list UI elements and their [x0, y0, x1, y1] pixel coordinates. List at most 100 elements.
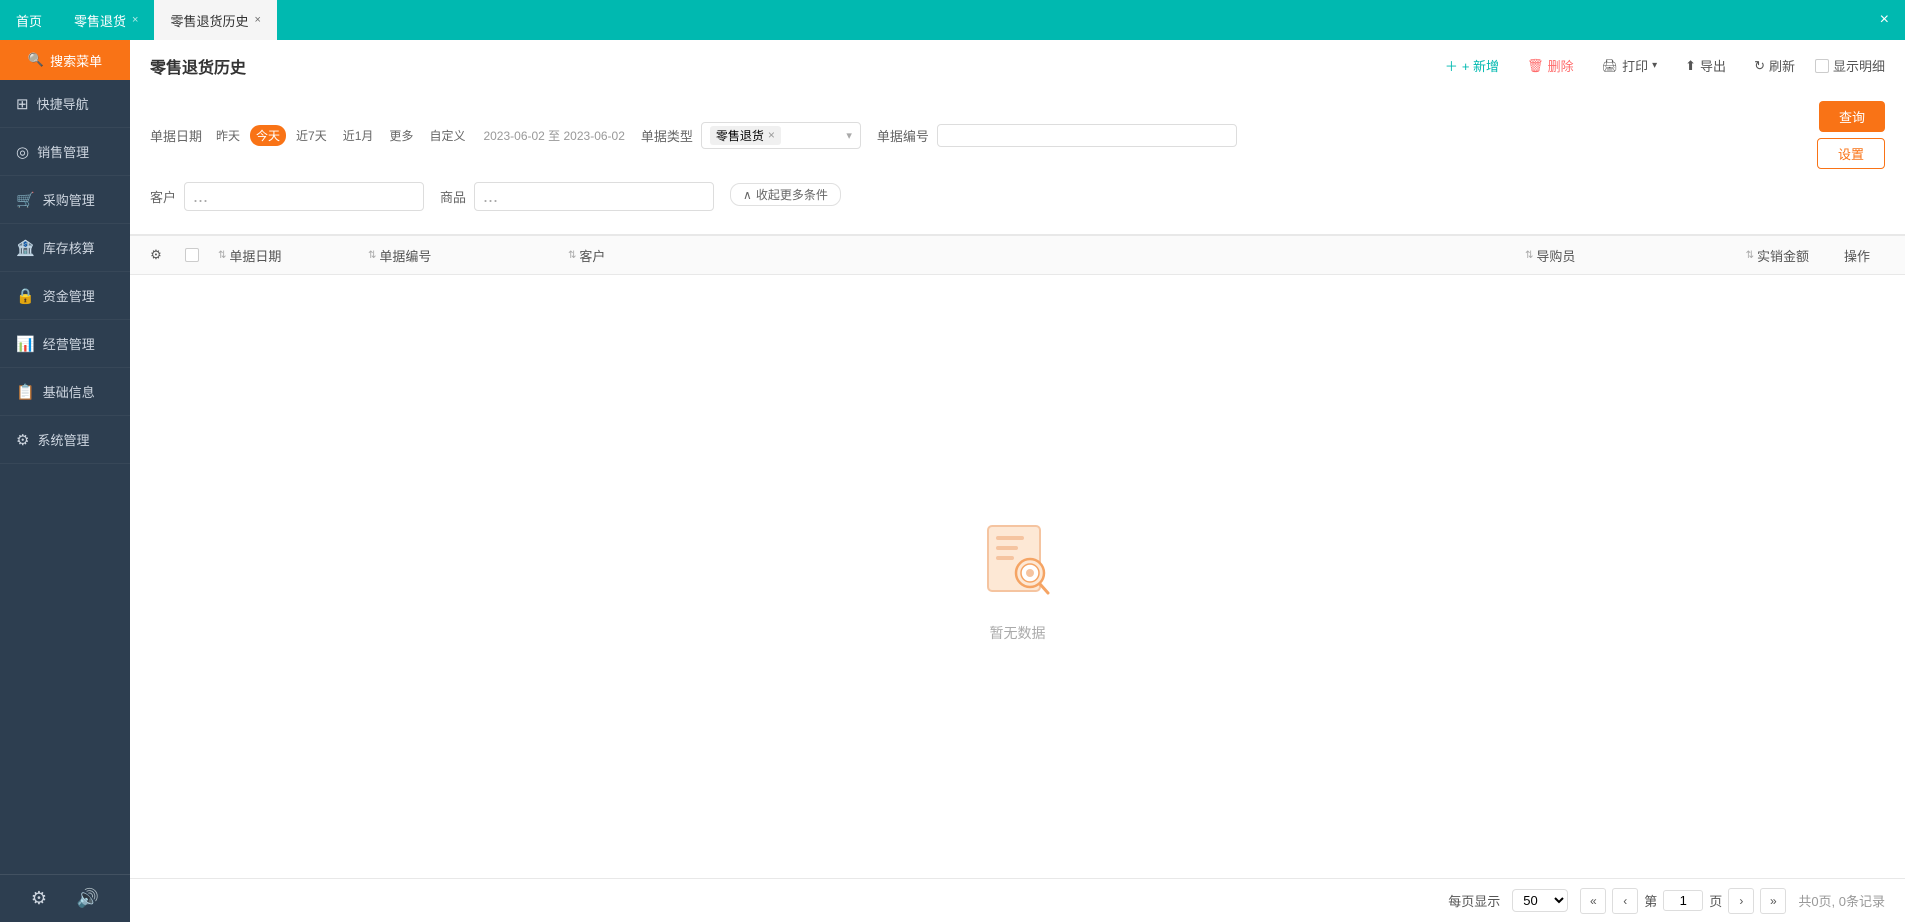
- customer-dots: ...: [193, 186, 208, 207]
- sidebar-item-sales-mgmt[interactable]: ◎ 销售管理: [0, 128, 130, 176]
- next-page-button[interactable]: ›: [1728, 888, 1754, 914]
- page-input[interactable]: [1663, 890, 1703, 911]
- add-label: + 新增: [1462, 56, 1499, 75]
- page-unit: 页: [1709, 891, 1722, 910]
- refresh-button[interactable]: ↻ 刷新: [1746, 52, 1803, 79]
- table-area: ⚙ ⇅ 单据日期 ⇅ 单据编号 ⇅ 客户 ⇅: [130, 235, 1905, 922]
- tab-retail-return-history[interactable]: 零售退货历史 ×: [154, 0, 276, 40]
- tab-home[interactable]: 首页: [0, 0, 58, 40]
- prev-page-button[interactable]: ‹: [1612, 888, 1638, 914]
- goods-select[interactable]: ...: [474, 182, 714, 211]
- customer-select[interactable]: ...: [184, 182, 424, 211]
- th-date-label: 单据日期: [229, 246, 281, 265]
- sidebar-item-base-info[interactable]: 📋 基础信息: [0, 368, 130, 416]
- delete-button[interactable]: 🗑 删除: [1519, 52, 1582, 79]
- goods-label: 商品: [440, 187, 466, 206]
- table-header: ⚙ ⇅ 单据日期 ⇅ 单据编号 ⇅ 客户 ⇅: [130, 235, 1905, 275]
- date-filter-label: 单据日期: [150, 126, 202, 145]
- filter-row-2: 客户 ... 商品 ... ∧ 收起更多条件: [150, 179, 1885, 214]
- toolbar: ＋ + 新增 🗑 删除 🖨 打印 ▾ ⬆ 导出: [1437, 52, 1885, 79]
- th-date-sort-icon: ⇅: [218, 250, 226, 261]
- print-icon: 🖨: [1602, 58, 1619, 74]
- tab-retail-return-close[interactable]: ×: [132, 14, 138, 26]
- customer-label: 客户: [150, 187, 176, 206]
- th-amount-label: 实销金额: [1757, 246, 1809, 265]
- select-all-checkbox[interactable]: [185, 248, 199, 262]
- page-size-label: 每页显示: [1448, 891, 1500, 910]
- th-guide-sort-icon: ⇅: [1525, 250, 1533, 261]
- date-shortcut-today[interactable]: 今天: [250, 125, 286, 146]
- page-size-select[interactable]: 50 20 100: [1512, 889, 1568, 912]
- export-label: 导出: [1700, 56, 1726, 75]
- add-icon: ＋: [1445, 56, 1458, 75]
- tab-list: 首页 零售退货 × 零售退货历史 ×: [0, 0, 277, 40]
- sidebar-search[interactable]: 🔍 搜索菜单: [0, 40, 130, 80]
- date-shortcut-7days[interactable]: 近7天: [290, 125, 333, 146]
- table-body: 暂无数据: [130, 275, 1905, 878]
- th-guide-label: 导购员: [1536, 246, 1575, 265]
- add-button[interactable]: ＋ + 新增: [1437, 52, 1507, 79]
- sidebar-bottom: ⚙ 🔊: [0, 874, 130, 922]
- refresh-icon: ↻: [1754, 58, 1765, 74]
- bill-type-select[interactable]: 零售退货 × ▾: [701, 122, 861, 149]
- query-button[interactable]: 查询: [1819, 101, 1885, 132]
- first-page-button[interactable]: «: [1580, 888, 1606, 914]
- th-checkbox[interactable]: [174, 248, 210, 262]
- sidebar-item-inventory[interactable]: 🏦 库存核算: [0, 224, 130, 272]
- print-button[interactable]: 🖨 打印 ▾: [1594, 52, 1666, 79]
- sidebar: 🔍 搜索菜单 ⊞ 快捷导航 ◎ 销售管理 🛒 采购管理 🏦 库存核算 🔒: [0, 40, 130, 922]
- bill-type-filter-group: 单据类型 零售退货 × ▾: [641, 122, 861, 149]
- bill-no-label: 单据编号: [877, 126, 929, 145]
- filter-row-1: 单据日期 昨天 今天 近7天 近1月 更多 自定义 2023-06-02 至 2…: [150, 101, 1885, 169]
- window-close-button[interactable]: ×: [1864, 11, 1905, 29]
- quick-nav-icon: ⊞: [16, 95, 29, 113]
- table-settings-icon[interactable]: ⚙: [150, 247, 162, 263]
- sidebar-item-operations[interactable]: 📊 经营管理: [0, 320, 130, 368]
- th-guide[interactable]: ⇅ 导购员: [1517, 246, 1667, 265]
- sidebar-item-quick-nav[interactable]: ⊞ 快捷导航: [0, 80, 130, 128]
- page-title: 零售退货历史: [150, 54, 246, 78]
- collapse-button[interactable]: ∧ 收起更多条件: [730, 183, 841, 206]
- sidebar-item-label: 基础信息: [43, 382, 95, 401]
- last-page-button[interactable]: »: [1760, 888, 1786, 914]
- sidebar-item-purchase-mgmt[interactable]: 🛒 采购管理: [0, 176, 130, 224]
- th-amount[interactable]: ⇅ 实销金额: [1667, 246, 1817, 265]
- th-customer[interactable]: ⇅ 客户: [560, 246, 1517, 265]
- bill-no-input[interactable]: [937, 124, 1237, 147]
- date-range-display: 2023-06-02 至 2023-06-02: [483, 127, 624, 144]
- total-info: 共0页, 0条记录: [1798, 891, 1885, 910]
- export-button[interactable]: ⬆ 导出: [1677, 52, 1734, 79]
- volume-icon[interactable]: 🔊: [77, 888, 99, 909]
- sidebar-item-finance[interactable]: 🔒 资金管理: [0, 272, 130, 320]
- tab-retail-return-history-label: 零售退货历史: [170, 11, 248, 30]
- display-mingxi-checkbox[interactable]: 显示明细: [1815, 56, 1885, 75]
- tab-retail-return-history-close[interactable]: ×: [254, 14, 260, 26]
- empty-illustration: [968, 511, 1068, 611]
- date-shortcut-yesterday[interactable]: 昨天: [210, 125, 246, 146]
- content-area: 零售退货历史 ＋ + 新增 🗑 删除 🖨 打印 ▾: [130, 40, 1905, 922]
- tab-retail-return[interactable]: 零售退货 ×: [58, 0, 154, 40]
- delete-label: 删除: [1548, 56, 1574, 75]
- th-settings[interactable]: ⚙: [138, 247, 174, 263]
- sidebar-item-sys-mgmt[interactable]: ⚙ 系统管理: [0, 416, 130, 464]
- date-shortcut-1month[interactable]: 近1月: [337, 125, 380, 146]
- sidebar-item-label: 资金管理: [43, 286, 95, 305]
- page-header: 零售退货历史 ＋ + 新增 🗑 删除 🖨 打印 ▾: [130, 40, 1905, 235]
- sidebar-item-label: 系统管理: [37, 430, 89, 449]
- pagination: « ‹ 第 页 › »: [1580, 888, 1786, 914]
- date-shortcut-custom[interactable]: 自定义: [423, 125, 471, 146]
- date-shortcut-more[interactable]: 更多: [383, 125, 419, 146]
- mingxi-checkbox-box[interactable]: [1815, 59, 1829, 73]
- date-shortcuts: 昨天 今天 近7天 近1月 更多 自定义: [210, 125, 471, 146]
- th-billno[interactable]: ⇅ 单据编号: [360, 246, 560, 265]
- search-icon: 🔍: [28, 52, 44, 68]
- table-footer: 每页显示 50 20 100 « ‹ 第 页 › » 共0页, 0条记录: [130, 878, 1905, 922]
- display-mingxi-label: 显示明细: [1833, 56, 1885, 75]
- bill-type-label: 单据类型: [641, 126, 693, 145]
- settings-icon[interactable]: ⚙: [31, 888, 47, 909]
- filter-settings-button[interactable]: 设置: [1817, 138, 1885, 169]
- th-date[interactable]: ⇅ 单据日期: [210, 246, 360, 265]
- bill-type-tag-remove[interactable]: ×: [768, 128, 775, 142]
- sidebar-item-label: 经营管理: [43, 334, 95, 353]
- sidebar-item-label: 采购管理: [43, 190, 95, 209]
